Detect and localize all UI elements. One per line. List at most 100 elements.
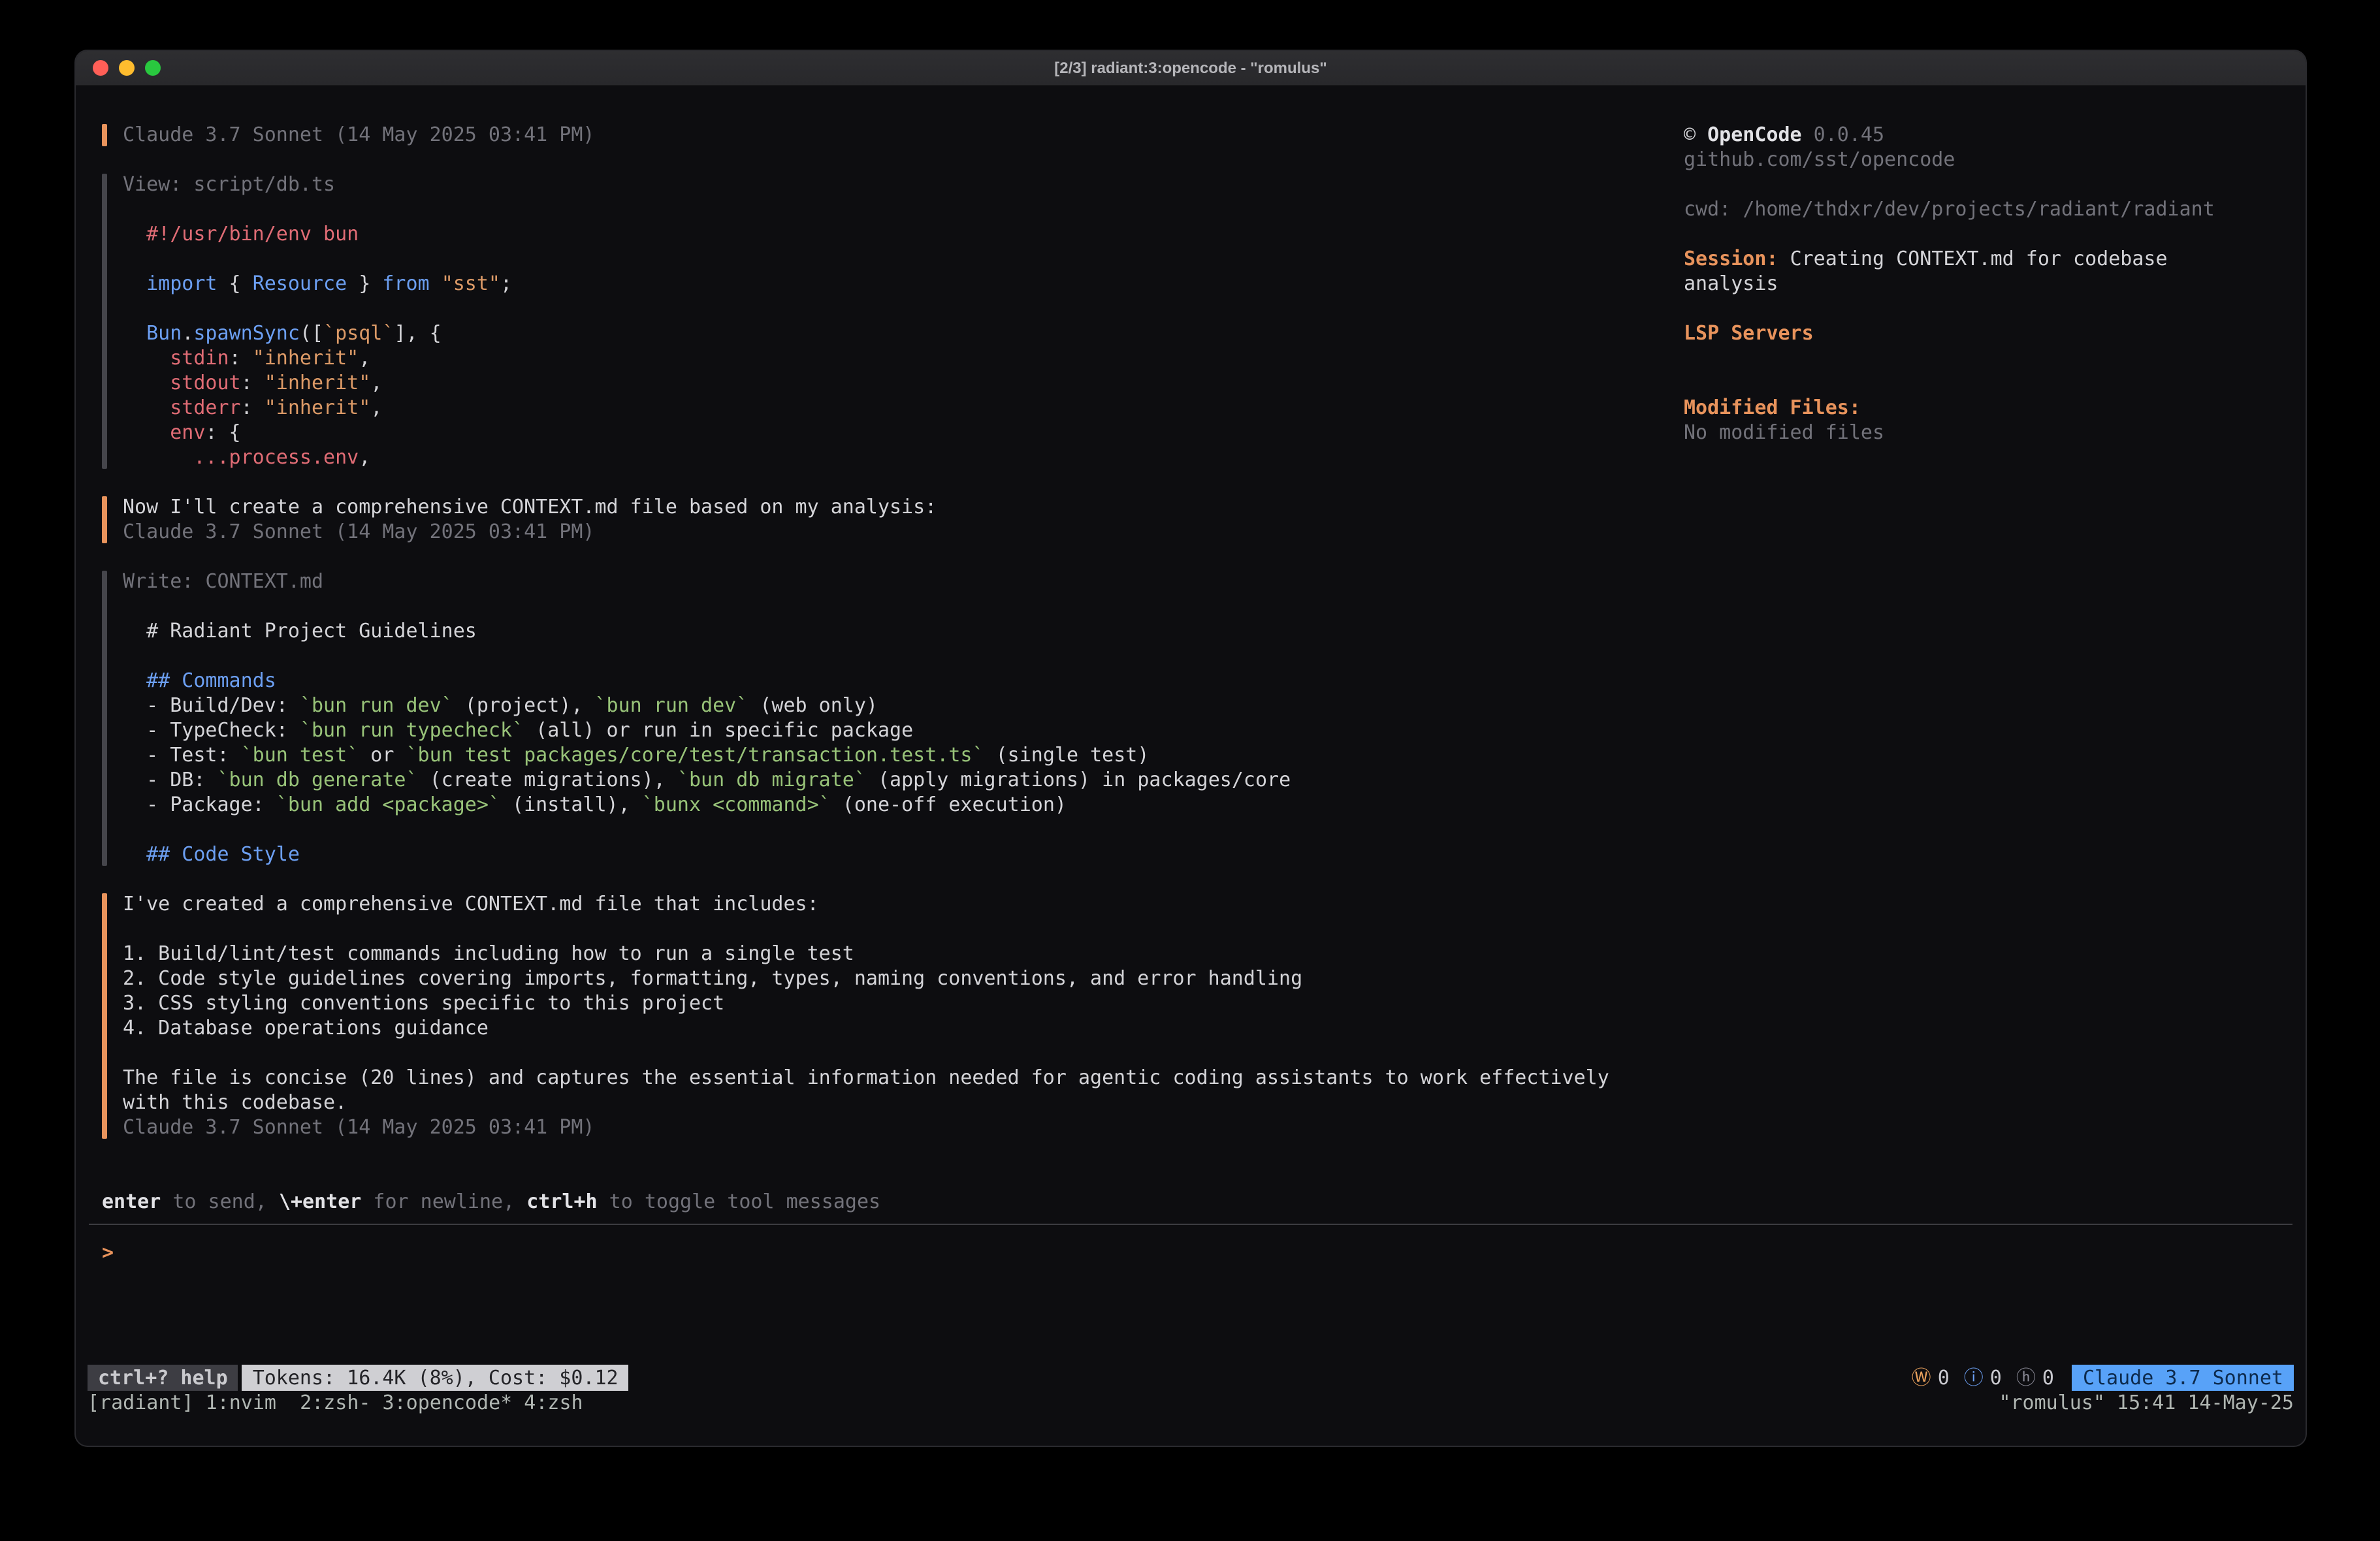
diagnostic-warnings: Ⓦ0 bbox=[1912, 1365, 1950, 1390]
text-segment: stderr bbox=[170, 396, 240, 419]
transcript-line: - Package: `bun add <package>` (install)… bbox=[123, 793, 1643, 818]
close-button[interactable] bbox=[93, 60, 108, 76]
message-block: I've created a comprehensive CONTEXT.md … bbox=[102, 892, 1643, 1140]
text-segment: `psql` bbox=[323, 321, 394, 345]
text-segment bbox=[430, 272, 442, 295]
text-segment: `bun db generate` bbox=[217, 768, 418, 791]
text-segment: ctrl+h bbox=[526, 1190, 597, 1213]
text-segment: # Radiant Project Guidelines bbox=[123, 619, 477, 643]
sidebar: © OpenCode 0.0.45 github.com/sst/opencod… bbox=[1684, 123, 2232, 445]
text-segment: ], { bbox=[394, 321, 441, 345]
copyright-icon: © bbox=[1684, 123, 1707, 146]
text-segment: { bbox=[217, 272, 253, 295]
transcript-line: with this codebase. bbox=[123, 1090, 1643, 1115]
text-segment: : bbox=[241, 396, 265, 419]
transcript-line: - Test: `bun test` or `bun test packages… bbox=[123, 743, 1643, 768]
text-segment: - Test: bbox=[123, 743, 241, 767]
text-segment: Write: CONTEXT.md bbox=[123, 569, 323, 593]
text-segment: stdout bbox=[170, 371, 240, 394]
text-segment: Bun bbox=[146, 321, 182, 345]
zoom-button[interactable] bbox=[145, 60, 161, 76]
text-segment bbox=[123, 272, 146, 295]
text-segment: - Build/Dev: bbox=[123, 693, 300, 717]
text-segment: "inherit" bbox=[265, 396, 371, 419]
tool-block: Write: CONTEXT.md # Radiant Project Guid… bbox=[102, 569, 1643, 867]
text-segment: "inherit" bbox=[253, 346, 359, 370]
text-segment: stdin bbox=[170, 346, 229, 370]
transcript-line: #!/usr/bin/env bun bbox=[123, 222, 1643, 247]
text-segment: , bbox=[359, 445, 370, 469]
text-segment: I've created a comprehensive CONTEXT.md … bbox=[123, 892, 819, 915]
transcript-line: stdout: "inherit", bbox=[123, 371, 1643, 396]
text-segment: (single test) bbox=[984, 743, 1150, 767]
text-segment: for newline, bbox=[361, 1190, 526, 1213]
text-segment: - DB: bbox=[123, 768, 217, 791]
message-block: Now I'll create a comprehensive CONTEXT.… bbox=[102, 495, 1643, 545]
window-titlebar[interactable]: [2/3] radiant:3:opencode - "romulus" bbox=[76, 51, 2306, 86]
text-segment: Claude 3.7 Sonnet (14 May 2025 03:41 PM) bbox=[123, 520, 594, 543]
window-title: [2/3] radiant:3:opencode - "romulus" bbox=[1054, 59, 1327, 77]
text-segment bbox=[123, 396, 170, 419]
modified-files-value: No modified files bbox=[1684, 421, 2232, 445]
text-segment: , bbox=[370, 371, 382, 394]
session-line: Session: Creating CONTEXT.md for codebas… bbox=[1684, 247, 2232, 296]
text-segment: , bbox=[370, 396, 382, 419]
tool-block: View: script/db.ts #!/usr/bin/env bun im… bbox=[102, 172, 1643, 470]
text-segment: `bun test packages/core/test/transaction… bbox=[406, 743, 984, 767]
text-segment: 2. Code style guidelines covering import… bbox=[123, 966, 1302, 990]
text-segment: (one-off execution) bbox=[831, 793, 1067, 816]
input-hint: enter to send, \+enter for newline, ctrl… bbox=[102, 1190, 880, 1215]
transcript-line: ## Code Style bbox=[123, 842, 1643, 867]
text-segment: (create migrations), bbox=[418, 768, 677, 791]
text-segment bbox=[123, 445, 193, 469]
hints-icon: ⓗ bbox=[2016, 1365, 2036, 1390]
transcript-line bbox=[123, 296, 1643, 321]
text-segment: `bun add <package>` bbox=[276, 793, 500, 816]
transcript-line: Bun.spawnSync([`psql`], { bbox=[123, 321, 1643, 346]
transcript-line: - DB: `bun db generate` (create migratio… bbox=[123, 768, 1643, 793]
text-segment: `bun run typecheck` bbox=[300, 718, 524, 742]
terminal-content: Claude 3.7 Sonnet (14 May 2025 03:41 PM)… bbox=[76, 86, 2306, 1447]
info-icon: ⓘ bbox=[1964, 1365, 1984, 1390]
text-segment: from bbox=[382, 272, 429, 295]
lsp-diagnostics: Ⓦ0 ⓘ0 ⓗ0 bbox=[1912, 1365, 2054, 1390]
text-segment: } bbox=[347, 272, 382, 295]
lsp-servers-label: LSP Servers bbox=[1684, 321, 1814, 345]
text-segment: Claude 3.7 Sonnet (14 May 2025 03:41 PM) bbox=[123, 123, 594, 146]
text-segment: View: script/db.ts bbox=[123, 172, 335, 196]
transcript-line: Write: CONTEXT.md bbox=[123, 569, 1643, 594]
text-segment: `bun run dev` bbox=[300, 693, 453, 717]
transcript-line: Claude 3.7 Sonnet (14 May 2025 03:41 PM) bbox=[123, 123, 1643, 148]
text-segment: to toggle tool messages bbox=[598, 1190, 881, 1213]
text-segment: : bbox=[229, 346, 253, 370]
transcript-line: 2. Code style guidelines covering import… bbox=[123, 966, 1643, 991]
diagnostic-count: 0 bbox=[2042, 1365, 2054, 1390]
prompt-symbol: > bbox=[102, 1241, 114, 1264]
minimize-button[interactable] bbox=[119, 60, 135, 76]
text-segment: or bbox=[359, 743, 406, 767]
transcript-line bbox=[123, 197, 1643, 222]
modified-files-header: Modified Files: bbox=[1684, 396, 2232, 421]
text-segment: The file is concise (20 lines) and captu… bbox=[123, 1066, 1609, 1089]
tokens-cost-badge: Tokens: 16.4K (8%), Cost: $0.12 bbox=[242, 1365, 629, 1391]
transcript-line: stderr: "inherit", bbox=[123, 396, 1643, 421]
text-segment: ## Code Style bbox=[123, 842, 300, 866]
text-segment: 3. CSS styling conventions specific to t… bbox=[123, 991, 724, 1015]
tmux-session-info: "romulus" 15:41 14-May-25 bbox=[1999, 1391, 2294, 1416]
transcript-line: The file is concise (20 lines) and captu… bbox=[123, 1066, 1643, 1090]
text-segment: env bbox=[170, 421, 205, 444]
text-segment: . bbox=[182, 321, 193, 345]
help-badge: ctrl+? help bbox=[88, 1365, 238, 1391]
transcript-line: Claude 3.7 Sonnet (14 May 2025 03:41 PM) bbox=[123, 520, 1643, 545]
transcript-line: - Build/Dev: `bun run dev` (project), `b… bbox=[123, 693, 1643, 718]
text-segment: (install), bbox=[500, 793, 642, 816]
prompt-input[interactable]: > bbox=[102, 1241, 114, 1265]
text-segment: (apply migrations) in packages/core bbox=[866, 768, 1291, 791]
transcript-line: 1. Build/lint/test commands including ho… bbox=[123, 942, 1643, 966]
transcript-line bbox=[123, 247, 1643, 272]
text-segment bbox=[123, 222, 146, 246]
text-segment: ; bbox=[500, 272, 512, 295]
brand-version: 0.0.45 bbox=[1802, 123, 1884, 146]
diagnostic-info: ⓘ0 bbox=[1964, 1365, 2002, 1390]
text-segment: `bun test` bbox=[241, 743, 359, 767]
